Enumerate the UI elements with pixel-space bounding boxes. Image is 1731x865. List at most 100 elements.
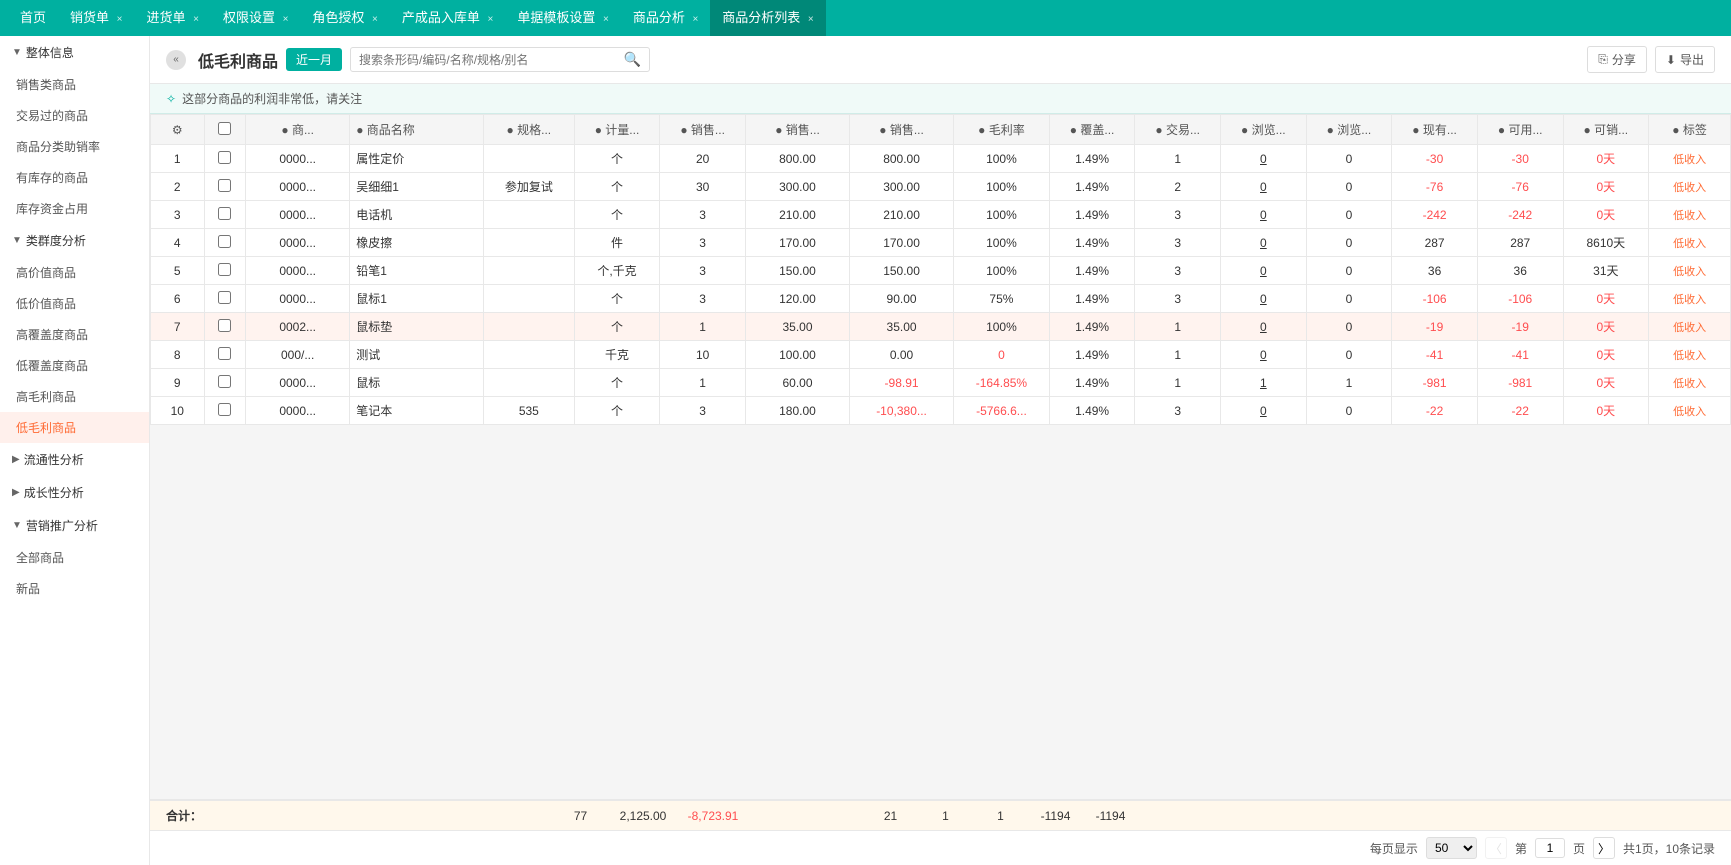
nav-sales-order[interactable]: 销货单 ×	[58, 0, 134, 36]
sidebar-item-high-margin[interactable]: 高毛利商品	[0, 381, 149, 412]
nav-product-analysis-list[interactable]: 商品分析列表 ×	[710, 0, 825, 36]
export-button[interactable]: ⬇ 导出	[1655, 46, 1715, 73]
prev-page-button[interactable]: 〈	[1485, 837, 1507, 859]
view1-link[interactable]: 0	[1260, 208, 1267, 222]
per-page-select[interactable]: 50 20 100	[1426, 837, 1477, 859]
nav-close-icon7[interactable]: ×	[692, 14, 698, 25]
sidebar-group-marketing[interactable]: ▼ 营销推广分析	[0, 509, 149, 542]
row-select-checkbox[interactable]	[218, 403, 231, 416]
row-checkbox[interactable]	[204, 341, 246, 369]
sidebar-group-circulation[interactable]: ▶ 流通性分析	[0, 443, 149, 476]
search-icon[interactable]: 🔍	[624, 51, 641, 68]
th-view1[interactable]: ● 浏览...	[1221, 115, 1307, 145]
row-view1[interactable]: 0	[1221, 229, 1307, 257]
row-view1[interactable]: 0	[1221, 201, 1307, 229]
view1-link[interactable]: 0	[1260, 180, 1267, 194]
th-gross-rate[interactable]: ● 毛利率	[954, 115, 1050, 145]
row-select-checkbox[interactable]	[218, 151, 231, 164]
select-all-checkbox[interactable]	[218, 122, 231, 135]
row-view1[interactable]: 0	[1221, 313, 1307, 341]
th-sales-count[interactable]: ● 销售...	[660, 115, 746, 145]
sidebar-item-high-coverage[interactable]: 高覆盖度商品	[0, 319, 149, 350]
nav-product-entry[interactable]: 产成品入库单 ×	[390, 0, 505, 36]
view1-link[interactable]: 1	[1260, 376, 1267, 390]
nav-close-icon3[interactable]: ×	[283, 14, 289, 25]
sidebar-item-new-products[interactable]: 新品	[0, 573, 149, 604]
row-checkbox[interactable]	[204, 397, 246, 425]
th-avail[interactable]: ● 可用...	[1477, 115, 1563, 145]
share-button[interactable]: ⎘ 分享	[1587, 46, 1647, 73]
sidebar-item-capital[interactable]: 库存资金占用	[0, 193, 149, 224]
sidebar-item-low-coverage[interactable]: 低覆盖度商品	[0, 350, 149, 381]
settings-icon[interactable]: ⚙	[172, 123, 183, 137]
row-view1[interactable]: 0	[1221, 257, 1307, 285]
nav-close-icon5[interactable]: ×	[488, 14, 494, 25]
nav-close-icon6[interactable]: ×	[603, 14, 609, 25]
view1-link[interactable]: 0	[1260, 348, 1267, 362]
sidebar-group-growth[interactable]: ▶ 成长性分析	[0, 476, 149, 509]
nav-product-analysis[interactable]: 商品分析 ×	[621, 0, 710, 36]
th-view2[interactable]: ● 浏览...	[1306, 115, 1392, 145]
th-code[interactable]: ● 商...	[246, 115, 350, 145]
nav-close-icon4[interactable]: ×	[372, 14, 378, 25]
row-select-checkbox[interactable]	[218, 319, 231, 332]
th-sales-amount[interactable]: ● 销售...	[745, 115, 849, 145]
row-view1[interactable]: 0	[1221, 145, 1307, 173]
nav-home[interactable]: 首页	[8, 0, 58, 36]
row-checkbox[interactable]	[204, 369, 246, 397]
row-checkbox[interactable]	[204, 173, 246, 201]
row-checkbox[interactable]	[204, 257, 246, 285]
sidebar-item-traded-products[interactable]: 交易过的商品	[0, 100, 149, 131]
view1-link[interactable]: 0	[1260, 320, 1267, 334]
search-input[interactable]	[359, 53, 620, 67]
row-select-checkbox[interactable]	[218, 263, 231, 276]
th-trade[interactable]: ● 交易...	[1135, 115, 1221, 145]
sidebar-group-overall[interactable]: ▼ 整体信息	[0, 36, 149, 69]
th-sales-profit[interactable]: ● 销售...	[850, 115, 954, 145]
th-sellable[interactable]: ● 可销...	[1563, 115, 1649, 145]
sidebar-item-low-value[interactable]: 低价值商品	[0, 288, 149, 319]
th-coverage[interactable]: ● 覆盖...	[1049, 115, 1135, 145]
th-unit[interactable]: ● 计量...	[574, 115, 660, 145]
view1-link[interactable]: 0	[1260, 236, 1267, 250]
sidebar-item-category-rate[interactable]: 商品分类助销率	[0, 131, 149, 162]
row-checkbox[interactable]	[204, 313, 246, 341]
sidebar-item-all-products[interactable]: 全部商品	[0, 542, 149, 573]
row-select-checkbox[interactable]	[218, 207, 231, 220]
row-view1[interactable]: 1	[1221, 369, 1307, 397]
row-select-checkbox[interactable]	[218, 179, 231, 192]
nav-close-icon[interactable]: ×	[117, 14, 123, 25]
row-checkbox[interactable]	[204, 229, 246, 257]
sidebar-item-sales-products[interactable]: 销售类商品	[0, 69, 149, 100]
row-view1[interactable]: 0	[1221, 285, 1307, 313]
row-view1[interactable]: 0	[1221, 173, 1307, 201]
date-filter-button[interactable]: 近一月	[286, 48, 342, 71]
row-view1[interactable]: 0	[1221, 341, 1307, 369]
table-container[interactable]: ⚙ ● 商... ● 商品名称 ● 规格... ● 计量... ● 销售... …	[150, 114, 1731, 799]
row-select-checkbox[interactable]	[218, 235, 231, 248]
th-tag[interactable]: ● 标签	[1649, 115, 1731, 145]
row-checkbox[interactable]	[204, 285, 246, 313]
th-name[interactable]: ● 商品名称	[350, 115, 484, 145]
row-view1[interactable]: 0	[1221, 397, 1307, 425]
sidebar-collapse-button[interactable]: «	[166, 50, 186, 70]
view1-link[interactable]: 0	[1260, 404, 1267, 418]
sidebar-item-in-stock[interactable]: 有库存的商品	[0, 162, 149, 193]
nav-role-auth[interactable]: 角色授权 ×	[300, 0, 389, 36]
view1-link[interactable]: 0	[1260, 292, 1267, 306]
next-page-button[interactable]: 〉	[1593, 837, 1615, 859]
nav-template-settings[interactable]: 单据模板设置 ×	[505, 0, 620, 36]
sidebar-group-cluster[interactable]: ▼ 类群度分析	[0, 224, 149, 257]
nav-permissions[interactable]: 权限设置 ×	[211, 0, 300, 36]
sidebar-item-high-value[interactable]: 高价值商品	[0, 257, 149, 288]
view1-link[interactable]: 0	[1260, 264, 1267, 278]
nav-purchase-order[interactable]: 进货单 ×	[134, 0, 210, 36]
row-select-checkbox[interactable]	[218, 347, 231, 360]
sidebar-item-low-margin[interactable]: 低毛利商品	[0, 412, 149, 443]
row-checkbox[interactable]	[204, 145, 246, 173]
nav-close-icon8[interactable]: ×	[808, 14, 814, 25]
view1-link[interactable]: 0	[1260, 152, 1267, 166]
row-checkbox[interactable]	[204, 201, 246, 229]
row-select-checkbox[interactable]	[218, 291, 231, 304]
nav-close-icon2[interactable]: ×	[193, 14, 199, 25]
